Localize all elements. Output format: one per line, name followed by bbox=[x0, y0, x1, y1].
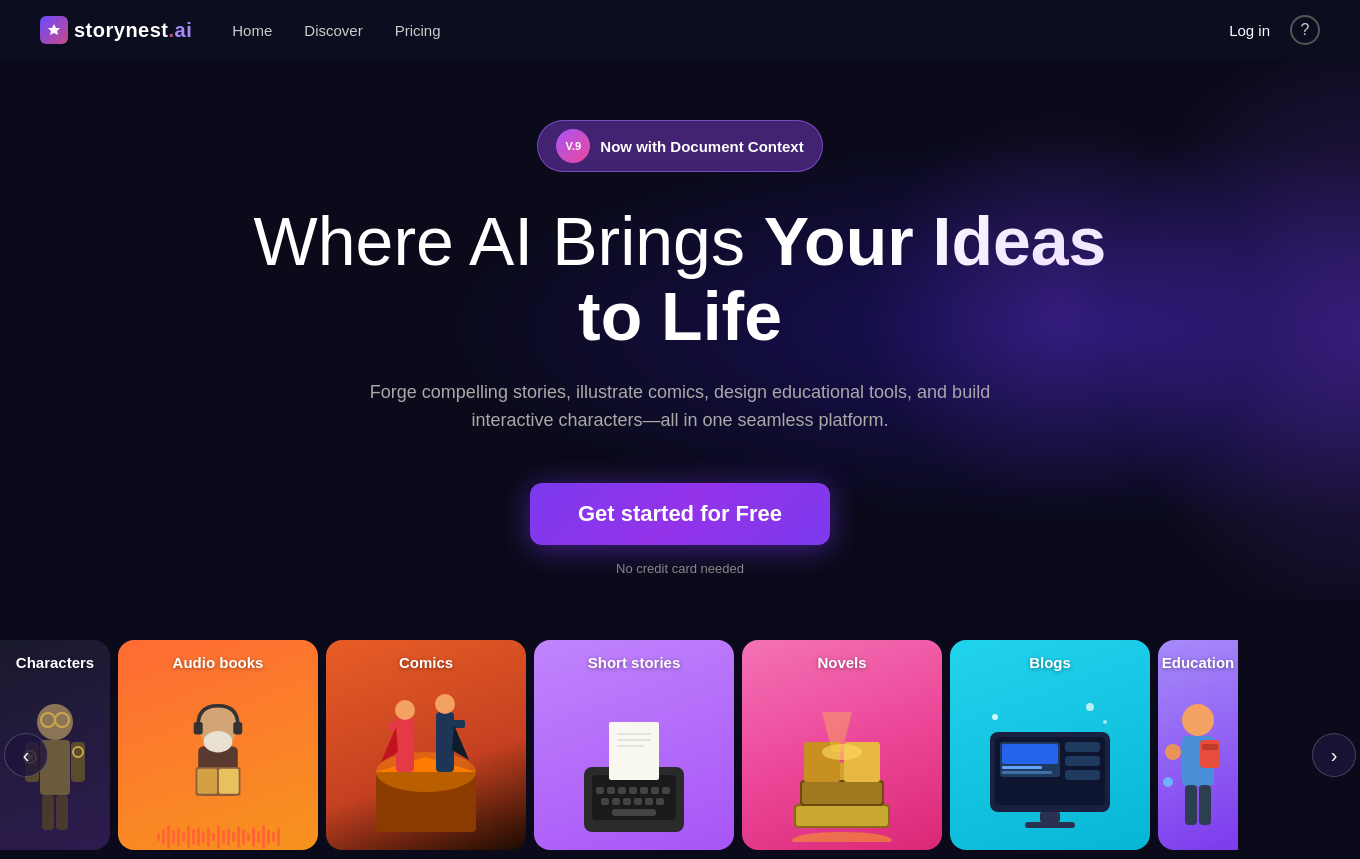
card-short-stories-illustration bbox=[534, 640, 734, 850]
login-button[interactable]: Log in bbox=[1229, 22, 1270, 39]
card-comics-label: Comics bbox=[326, 654, 526, 671]
carousel-card-short-stories[interactable]: Short stories bbox=[534, 640, 734, 850]
nav-right: Log in ? bbox=[1229, 15, 1320, 45]
svg-rect-38 bbox=[640, 787, 648, 794]
svg-rect-30 bbox=[609, 722, 659, 780]
svg-rect-36 bbox=[618, 787, 626, 794]
svg-rect-40 bbox=[662, 787, 670, 794]
card-comics-illustration bbox=[326, 640, 526, 850]
svg-rect-39 bbox=[651, 787, 659, 794]
cta-button[interactable]: Get started for Free bbox=[530, 483, 830, 545]
carousel-card-blogs[interactable]: Blogs bbox=[950, 640, 1150, 850]
audio-waveform bbox=[157, 825, 280, 850]
nav-link-home[interactable]: Home bbox=[232, 22, 272, 39]
svg-rect-34 bbox=[596, 787, 604, 794]
logo[interactable]: storynest.ai bbox=[40, 16, 192, 44]
svg-rect-66 bbox=[1065, 756, 1100, 766]
version-badge[interactable]: V.9 Now with Document Context bbox=[537, 120, 822, 172]
svg-point-57 bbox=[1103, 720, 1107, 724]
svg-point-56 bbox=[992, 714, 998, 720]
svg-rect-41 bbox=[601, 798, 609, 805]
svg-rect-52 bbox=[802, 782, 882, 804]
svg-point-26 bbox=[435, 694, 455, 714]
svg-rect-50 bbox=[796, 806, 888, 826]
svg-point-14 bbox=[204, 731, 233, 753]
svg-rect-65 bbox=[1065, 742, 1100, 752]
carousel-card-audiobooks[interactable]: Audio books bbox=[118, 640, 318, 850]
card-blogs-illustration bbox=[950, 640, 1150, 850]
carousel-track: Characters bbox=[0, 640, 1360, 859]
svg-rect-16 bbox=[233, 722, 242, 735]
logo-text: storynest.ai bbox=[74, 19, 192, 42]
svg-rect-44 bbox=[634, 798, 642, 805]
svg-point-21 bbox=[376, 752, 476, 792]
carousel-card-novels[interactable]: Novels bbox=[742, 640, 942, 850]
svg-rect-62 bbox=[1002, 744, 1058, 764]
svg-rect-27 bbox=[451, 720, 465, 728]
card-novels-illustration bbox=[742, 640, 942, 850]
svg-rect-24 bbox=[388, 722, 402, 730]
hero-title-part1: Where AI Brings bbox=[254, 203, 764, 279]
svg-rect-37 bbox=[629, 787, 637, 794]
nav-links: Home Discover Pricing bbox=[232, 22, 440, 39]
svg-rect-42 bbox=[612, 798, 620, 805]
hero-section: V.9 Now with Document Context Where AI B… bbox=[0, 60, 1360, 600]
card-novels-label: Novels bbox=[742, 654, 942, 671]
svg-rect-5 bbox=[56, 795, 68, 830]
card-education-illustration bbox=[1158, 640, 1238, 850]
svg-rect-73 bbox=[1202, 744, 1218, 750]
hero-subtitle: Forge compelling stories, illustrate com… bbox=[360, 378, 1000, 436]
svg-rect-63 bbox=[1002, 766, 1042, 769]
card-audiobooks-label: Audio books bbox=[118, 654, 318, 671]
svg-rect-68 bbox=[1040, 812, 1060, 822]
svg-rect-15 bbox=[194, 722, 203, 735]
svg-rect-64 bbox=[1002, 771, 1052, 774]
svg-rect-4 bbox=[42, 795, 54, 830]
card-blogs-label: Blogs bbox=[950, 654, 1150, 671]
svg-rect-18 bbox=[197, 769, 217, 794]
logo-icon bbox=[40, 16, 68, 44]
svg-rect-43 bbox=[623, 798, 631, 805]
svg-rect-47 bbox=[612, 809, 656, 816]
version-text: Now with Document Context bbox=[600, 138, 803, 155]
carousel-card-comics[interactable]: Comics bbox=[326, 640, 526, 850]
nav-link-discover[interactable]: Discover bbox=[304, 22, 362, 39]
svg-point-58 bbox=[1086, 703, 1094, 711]
card-education-label: Education bbox=[1158, 654, 1238, 671]
svg-rect-45 bbox=[645, 798, 653, 805]
navigation: storynest.ai Home Discover Pricing Log i… bbox=[0, 0, 1360, 60]
svg-point-70 bbox=[1182, 704, 1214, 736]
svg-point-76 bbox=[1165, 744, 1181, 760]
carousel-prev-button[interactable]: ‹ bbox=[4, 733, 48, 777]
cta-note: No credit card needed bbox=[616, 561, 744, 576]
svg-rect-69 bbox=[1025, 822, 1075, 828]
card-short-stories-label: Short stories bbox=[534, 654, 734, 671]
version-tag: V.9 bbox=[556, 129, 590, 163]
svg-rect-46 bbox=[656, 798, 664, 805]
svg-rect-19 bbox=[219, 769, 239, 794]
hero-title: Where AI Brings Your Ideas to Life bbox=[230, 204, 1130, 354]
nav-link-pricing[interactable]: Pricing bbox=[395, 22, 441, 39]
svg-point-23 bbox=[395, 700, 415, 720]
carousel-section: ‹ bbox=[0, 640, 1360, 859]
svg-point-48 bbox=[792, 832, 892, 842]
carousel-next-button[interactable]: › bbox=[1312, 733, 1356, 777]
svg-point-77 bbox=[1163, 777, 1173, 787]
card-characters-label: Characters bbox=[0, 654, 110, 671]
svg-rect-74 bbox=[1185, 785, 1197, 825]
help-button[interactable]: ? bbox=[1290, 15, 1320, 45]
nav-left: storynest.ai Home Discover Pricing bbox=[40, 16, 441, 44]
svg-rect-67 bbox=[1065, 770, 1100, 780]
svg-rect-35 bbox=[607, 787, 615, 794]
carousel-card-education[interactable]: Education bbox=[1158, 640, 1238, 850]
svg-rect-75 bbox=[1199, 785, 1211, 825]
